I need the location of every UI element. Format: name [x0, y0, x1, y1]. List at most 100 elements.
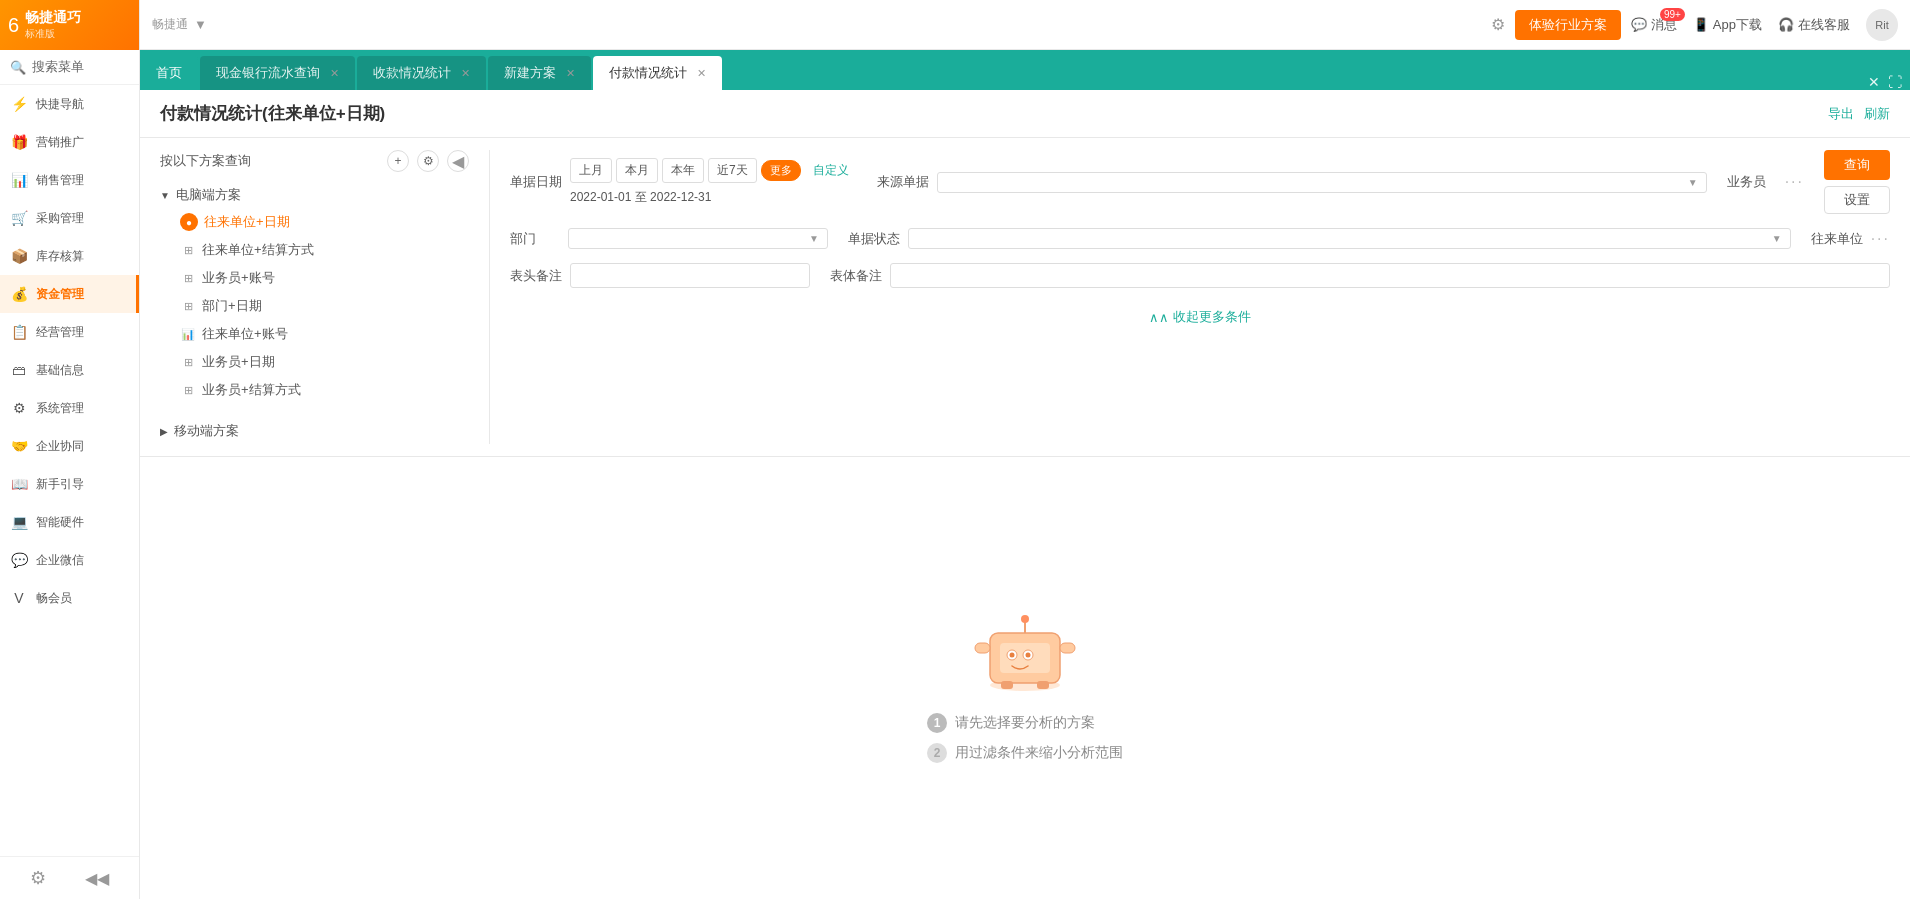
tab-new-scheme[interactable]: 新建方案 ✕	[488, 56, 591, 90]
avatar[interactable]: Rit	[1866, 9, 1898, 41]
date-btn-this-month[interactable]: 本月	[616, 158, 658, 183]
scheme-item-unit-date[interactable]: ● 往来单位+日期	[160, 208, 469, 236]
hint-number-2: 2	[927, 743, 947, 763]
tabs-bar: 首页 现金银行流水查询 ✕ 收款情况统计 ✕ 新建方案 ✕ 付款情况统计 ✕ ✕…	[140, 50, 1910, 90]
quick-nav-icon: ⚡	[10, 95, 28, 113]
sidebar-item-basic[interactable]: 🗃 基础信息	[0, 351, 139, 389]
collapse-more-button[interactable]: ∧∧ 收起更多条件	[510, 302, 1890, 332]
weixin-icon: 💬	[10, 551, 28, 569]
sidebar-item-finance[interactable]: 💰 资金管理	[0, 275, 139, 313]
date-btn-7days[interactable]: 近7天	[708, 158, 757, 183]
tab-new-scheme-label: 新建方案	[504, 64, 556, 82]
topbar-online-service[interactable]: 🎧 在线客服	[1778, 16, 1850, 34]
sidebar-settings-icon[interactable]: ⚙	[30, 867, 46, 889]
table-body-note-input[interactable]	[890, 263, 1890, 288]
scheme-item-staff-payment[interactable]: ⊞ 业务员+结算方式	[160, 376, 469, 404]
desktop-scheme-group: ▼ 电脑端方案 ● 往来单位+日期 ⊞ 往来单位+结算方式 ⊞ 业务员+账号	[160, 182, 469, 404]
trial-button[interactable]: 体验行业方案	[1515, 10, 1621, 40]
tab-home[interactable]: 首页	[140, 56, 198, 90]
sidebar-search-label: 搜索菜单	[32, 58, 84, 76]
staff-input[interactable]: ···	[1785, 173, 1804, 191]
sidebar-item-label: 基础信息	[36, 362, 84, 379]
add-scheme-button[interactable]: +	[387, 150, 409, 172]
filter-fields: 单据日期 上月 本月 本年 近7天 更多 自定义 2022-01-01 至 20…	[510, 150, 1890, 444]
scheme-item-staff-date[interactable]: ⊞ 业务员+日期	[160, 348, 469, 376]
tab-new-scheme-close[interactable]: ✕	[566, 67, 575, 80]
date-btn-last-month[interactable]: 上月	[570, 158, 612, 183]
tab-bank-close[interactable]: ✕	[330, 67, 339, 80]
table-head-note-input[interactable]	[570, 263, 810, 288]
filter-table-body-note-field: 表体备注	[830, 263, 1890, 288]
sidebar-logo-text: 畅捷通巧	[25, 9, 81, 27]
sidebar-item-guide[interactable]: 📖 新手引导	[0, 465, 139, 503]
topbar-right: 💬 消息 99+ 📱 App下载 🎧 在线客服 Rit	[1631, 9, 1898, 41]
mobile-scheme-group-header[interactable]: ▶ 移动端方案	[160, 418, 469, 444]
scheme-item-staff-account[interactable]: ⊞ 业务员+账号	[160, 264, 469, 292]
tab-payment-stat2[interactable]: 付款情况统计 ✕	[593, 56, 722, 90]
sidebar-logo: 6	[8, 14, 19, 37]
scheme-item-label: 业务员+结算方式	[202, 381, 301, 399]
tab-bank-label: 现金银行流水查询	[216, 64, 320, 82]
page-title: 付款情况统计(往来单位+日期)	[160, 102, 385, 125]
sidebar-item-label: 营销推广	[36, 134, 84, 151]
sidebar-item-sales[interactable]: 📊 销售管理	[0, 161, 139, 199]
marketing-icon: 🎁	[10, 133, 28, 151]
sidebar-item-system[interactable]: ⚙ 系统管理	[0, 389, 139, 427]
sidebar-item-marketing[interactable]: 🎁 营销推广	[0, 123, 139, 161]
tab-bank[interactable]: 现金银行流水查询 ✕	[200, 56, 355, 90]
sidebar-item-operation[interactable]: 📋 经营管理	[0, 313, 139, 351]
sidebar-item-label: 系统管理	[36, 400, 84, 417]
scheme-item-dept-date[interactable]: ⊞ 部门+日期	[160, 292, 469, 320]
svg-rect-11	[1060, 643, 1075, 653]
unit-input[interactable]: ···	[1871, 230, 1890, 248]
topbar-app-download[interactable]: 📱 App下载	[1693, 16, 1762, 34]
date-btn-more[interactable]: 更多	[761, 160, 801, 181]
dept-select[interactable]: ▼	[568, 228, 828, 249]
tab-payment-stat2-close[interactable]: ✕	[697, 67, 706, 80]
source-select[interactable]: ▼	[937, 172, 1707, 193]
topbar-brand: 畅捷通 ▼	[152, 16, 1481, 33]
voucher-status-select[interactable]: ▼	[908, 228, 1791, 249]
notification-badge: 99+	[1660, 8, 1685, 21]
tab-payment-stat[interactable]: 收款情况统计 ✕	[357, 56, 486, 90]
date-btn-custom[interactable]: 自定义	[805, 159, 857, 182]
topbar-notifications[interactable]: 💬 消息 99+	[1631, 16, 1677, 34]
settings-button[interactable]: 设置	[1824, 186, 1890, 214]
filter-panel: 按以下方案查询 + ⚙ ◀ ▼ 电脑端方案 ● 往来单位+日期	[140, 138, 1910, 457]
sidebar-item-label: 经营管理	[36, 324, 84, 341]
table-body-note-label: 表体备注	[830, 267, 882, 285]
tab-close-all-icon[interactable]: ✕	[1868, 74, 1880, 90]
scheme-table-icon: ⊞	[180, 242, 196, 258]
sidebar-item-quick-nav[interactable]: ⚡ 快捷导航	[0, 85, 139, 123]
sidebar-nav: ⚡ 快捷导航 🎁 营销推广 📊 销售管理 🛒 采购管理 📦 库存核算 💰 资金管…	[0, 85, 139, 856]
sidebar-item-enterprise[interactable]: 🤝 企业协同	[0, 427, 139, 465]
topbar-settings-icon[interactable]: ⚙	[1491, 15, 1505, 34]
source-select-arrow: ▼	[1688, 177, 1698, 188]
collapse-icon: ∧∧	[1149, 310, 1169, 325]
collapse-scheme-button[interactable]: ◀	[447, 150, 469, 172]
export-button[interactable]: 导出	[1828, 105, 1854, 123]
desktop-scheme-group-header[interactable]: ▼ 电脑端方案	[160, 182, 469, 208]
tab-maximize-icon[interactable]: ⛶	[1888, 74, 1902, 90]
sidebar-item-hardware[interactable]: 💻 智能硬件	[0, 503, 139, 541]
refresh-button[interactable]: 刷新	[1864, 105, 1890, 123]
empty-hints: 1 请先选择要分析的方案 2 用过滤条件来缩小分析范围	[927, 713, 1123, 763]
online-service-label: 在线客服	[1798, 16, 1850, 34]
settings-scheme-button[interactable]: ⚙	[417, 150, 439, 172]
svg-point-5	[1010, 653, 1015, 658]
sidebar: 6 畅捷通巧 标准版 🔍 搜索菜单 ⚡ 快捷导航 🎁 营销推广 📊 销售管理 🛒…	[0, 0, 140, 899]
sidebar-item-weixin[interactable]: 💬 企业微信	[0, 541, 139, 579]
sidebar-item-inventory[interactable]: 📦 库存核算	[0, 237, 139, 275]
sidebar-collapse-icon[interactable]: ◀◀	[85, 869, 109, 888]
tab-payment-stat-close[interactable]: ✕	[461, 67, 470, 80]
scheme-table-icon: ⊞	[180, 354, 196, 370]
scheme-item-unit-account[interactable]: 📊 往来单位+账号	[160, 320, 469, 348]
scheme-item-unit-payment[interactable]: ⊞ 往来单位+结算方式	[160, 236, 469, 264]
sidebar-item-vip[interactable]: V 畅会员	[0, 579, 139, 617]
query-button[interactable]: 查询	[1824, 150, 1890, 180]
sidebar-search[interactable]: 🔍 搜索菜单	[0, 50, 139, 85]
date-btn-this-year[interactable]: 本年	[662, 158, 704, 183]
svg-rect-13	[1037, 681, 1049, 689]
sidebar-item-purchase[interactable]: 🛒 采购管理	[0, 199, 139, 237]
topbar-dropdown-icon[interactable]: ▼	[194, 17, 207, 32]
